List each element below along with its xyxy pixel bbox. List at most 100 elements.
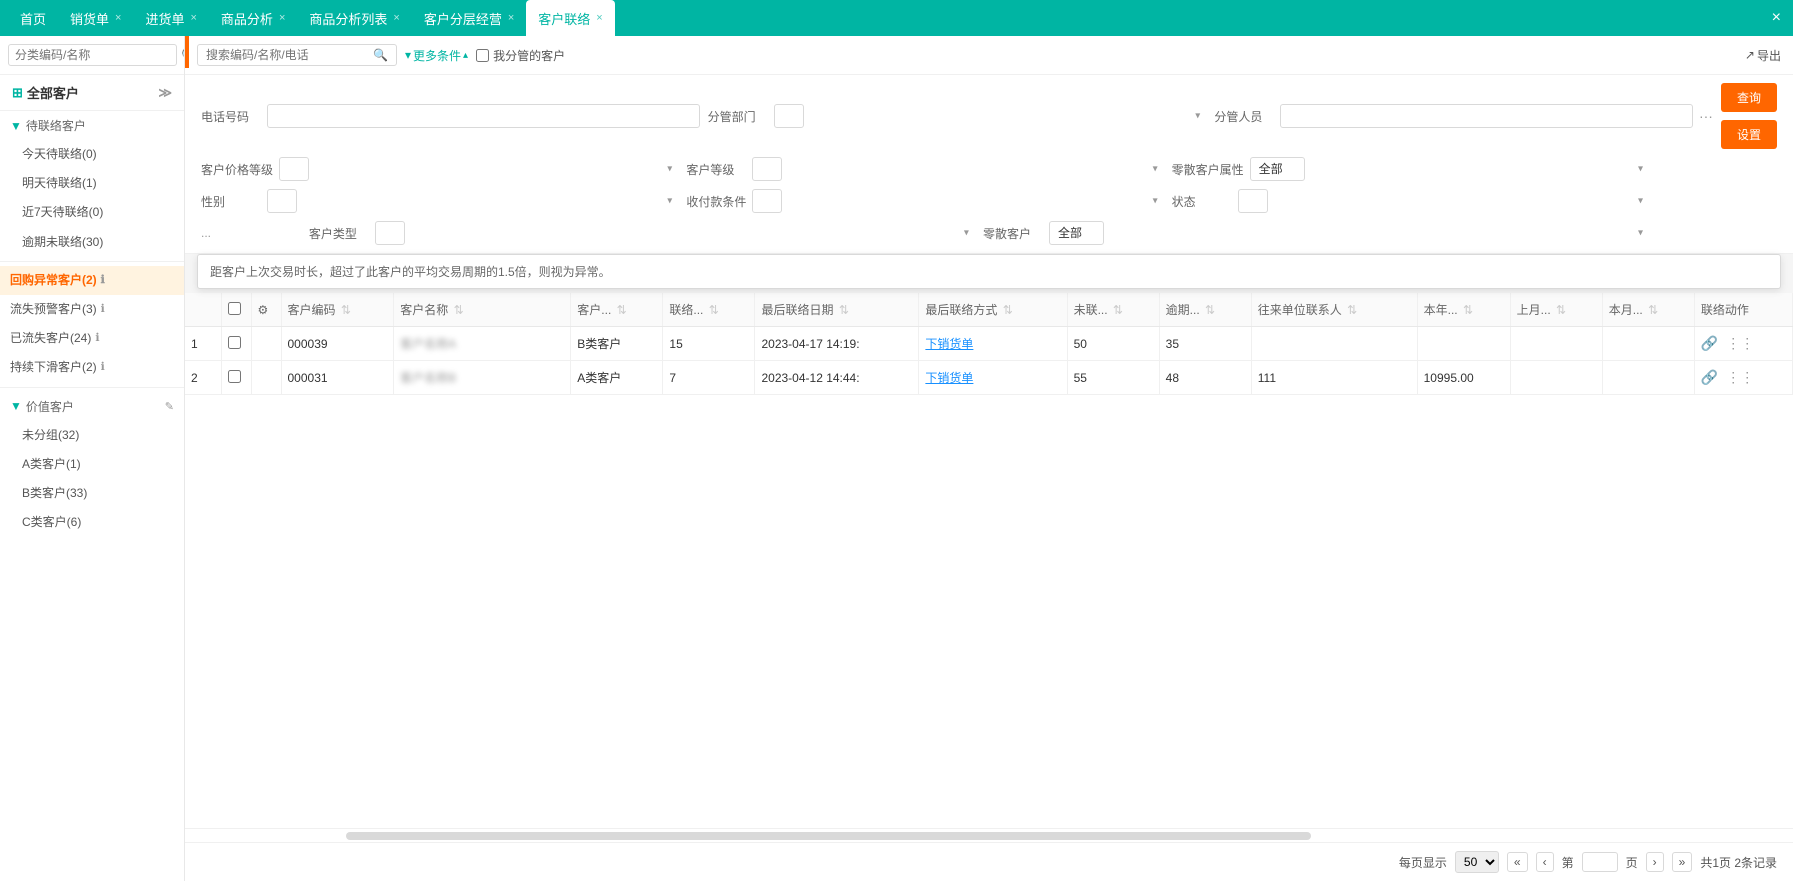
sidebar-item-repurchase-abnormal[interactable]: 回购异常客户(2) ℹ [0,266,184,295]
first-page-btn[interactable]: « [1507,852,1528,872]
phone-input[interactable] [267,104,700,128]
sidebar-item-overdue-contact[interactable]: 逾期未联络(30) [0,228,184,257]
person-input[interactable] [1280,104,1693,128]
nav-home[interactable]: 首页 [8,0,58,36]
nav-customer-contact[interactable]: 客户联络 × [526,0,614,36]
row1-checkbox[interactable] [228,336,241,349]
sidebar-item-today[interactable]: 今天待联络(0) [0,140,184,169]
nav-product-analysis-list[interactable]: 商品分析列表 × [297,0,411,36]
view-icon-1[interactable]: 🔗 [1701,335,1718,352]
cell-method-1[interactable]: 下销货单 [919,327,1067,361]
col-this-year[interactable]: 本年... ⇅ [1417,293,1510,327]
price-level-select[interactable] [279,157,309,181]
close-customer-tier-tab[interactable]: × [508,12,514,24]
nav-purchase[interactable]: 进货单 × [133,0,208,36]
view-icon-2[interactable]: 🔗 [1701,369,1718,386]
nav-customer-tier[interactable]: 客户分层经营 × [412,0,526,36]
action-btn-group: 查询 设置 [1721,83,1777,149]
select-all-checkbox[interactable] [228,302,241,315]
sidebar-search-input[interactable] [8,44,177,66]
scrollbar-thumb[interactable] [346,832,1311,840]
settings-button[interactable]: 设置 [1721,120,1777,149]
close-all-tabs[interactable]: × [1772,9,1781,27]
col-this-month[interactable]: 本月... ⇅ [1602,293,1694,327]
status-select[interactable] [1238,189,1268,213]
col-contacts[interactable]: 往来单位联系人 ⇅ [1251,293,1417,327]
col-last-month[interactable]: 上月... ⇅ [1510,293,1602,327]
table-header-row: ⚙ 客户编码 ⇅ 客户名称 ⇅ 客户... ⇅ [185,293,1793,327]
page-label: 第 [1562,854,1574,871]
col-index [185,293,221,327]
sidebar-item-declining[interactable]: 持续下滑客户(2) ℹ [0,353,184,382]
horizontal-scrollbar[interactable] [185,828,1793,842]
query-button[interactable]: 查询 [1721,83,1777,112]
sort-name-icon: ⇅ [454,303,464,317]
person-dots[interactable]: ··· [1699,108,1713,124]
content-area: 🔍 ▾ 更多条件 ▴ 我分管的客户 ↗ 导出 [185,36,1793,881]
close-product-analysis-tab[interactable]: × [279,12,285,24]
my-customers-checkbox[interactable] [476,49,489,62]
customer-type-select[interactable] [375,221,405,245]
main-search-icon[interactable]: 🔍 [373,48,388,62]
current-page-input[interactable]: 1 [1582,852,1618,872]
sidebar-item-unclassified[interactable]: 未分组(32) [0,421,184,450]
cell-last-month-1 [1510,327,1602,361]
col-last-contact-method[interactable]: 最后联络方式 ⇅ [919,293,1067,327]
close-customer-contact-tab[interactable]: × [596,12,602,24]
customer-level-select[interactable] [752,157,782,181]
filter-person: 分管人员 ··· [1214,104,1713,128]
close-purchase-tab[interactable]: × [190,12,196,24]
last-page-btn[interactable]: » [1672,852,1693,872]
col-code[interactable]: 客户编码 ⇅ [281,293,394,327]
dept-select[interactable] [774,104,804,128]
gender-select[interactable] [267,189,297,213]
col-customer-type[interactable]: 客户... ⇅ [571,293,663,327]
prev-page-btn[interactable]: ‹ [1536,852,1554,872]
more-conditions-btn[interactable]: ▾ 更多条件 ▴ [405,47,468,64]
filter-row-2: 客户价格等级 客户等级 [201,157,1777,181]
sidebar-item-tomorrow[interactable]: 明天待联络(1) [0,169,184,198]
main-search-input[interactable] [206,48,369,62]
payment-select[interactable] [752,189,782,213]
cell-method-2[interactable]: 下销货单 [919,361,1067,395]
cell-uncontacted-2: 55 [1067,361,1159,395]
sidebar-item-churned[interactable]: 已流失客户(24) ℹ [0,324,184,353]
col-contact-count[interactable]: 联络... ⇅ [663,293,755,327]
col-name[interactable]: 客户名称 ⇅ [394,293,571,327]
next-page-btn[interactable]: › [1646,852,1664,872]
export-btn[interactable]: ↗ 导出 [1745,47,1781,64]
per-page-select[interactable]: 50 [1455,851,1499,873]
cell-index-1: 1 [185,327,221,361]
sidebar-item-churn-warning[interactable]: 流失预警客户(3) ℹ [0,295,184,324]
close-sales-tab[interactable]: × [115,12,121,24]
sidebar-item-class-a[interactable]: A类客户(1) [0,450,184,479]
sidebar-item-7days[interactable]: 近7天待联络(0) [0,198,184,227]
filter-retail-attr: 零散客户属性 全部 [1172,157,1649,181]
more-dots[interactable]: ... [201,226,211,240]
customer-table: ⚙ 客户编码 ⇅ 客户名称 ⇅ 客户... ⇅ [185,293,1793,395]
more-icon-1[interactable]: ⋮⋮ [1726,335,1754,352]
sidebar-all-customers[interactable]: ⊞ 全部客户 ≫ [0,75,184,111]
nav-sales[interactable]: 销货单 × [58,0,133,36]
row2-checkbox[interactable] [228,370,241,383]
sidebar-section-pending[interactable]: ▼ 待联络客户 [0,111,184,140]
edit-icon[interactable]: ✎ [165,400,174,413]
table-row: 1 000039 客户名称A B类客户 15 2023-04-17 14 [185,327,1793,361]
col-last-contact-date[interactable]: 最后联络日期 ⇅ [755,293,919,327]
sidebar-item-class-c[interactable]: C类客户(6) [0,508,184,537]
col-overdue[interactable]: 逾期... ⇅ [1159,293,1251,327]
retail-attr-select[interactable]: 全部 [1250,157,1305,181]
cell-type-1: B类客户 [571,327,663,361]
nav-product-analysis[interactable]: 商品分析 × [209,0,297,36]
cell-date-2: 2023-04-12 14:44: [755,361,919,395]
sidebar-item-class-b[interactable]: B类客户(33) [0,479,184,508]
col-settings[interactable]: ⚙ [251,293,281,327]
col-uncontacted[interactable]: 未联... ⇅ [1067,293,1159,327]
sidebar-section-value[interactable]: ▼ 价值客户 ✎ [0,392,184,421]
sidebar-collapse-btn[interactable]: ≫ [158,85,172,101]
info-icon-declining: ℹ [101,359,105,377]
more-icon-2[interactable]: ⋮⋮ [1726,369,1754,386]
retail-customer-select[interactable]: 全部 [1049,221,1104,245]
cell-type-2: A类客户 [571,361,663,395]
close-product-list-tab[interactable]: × [393,12,399,24]
